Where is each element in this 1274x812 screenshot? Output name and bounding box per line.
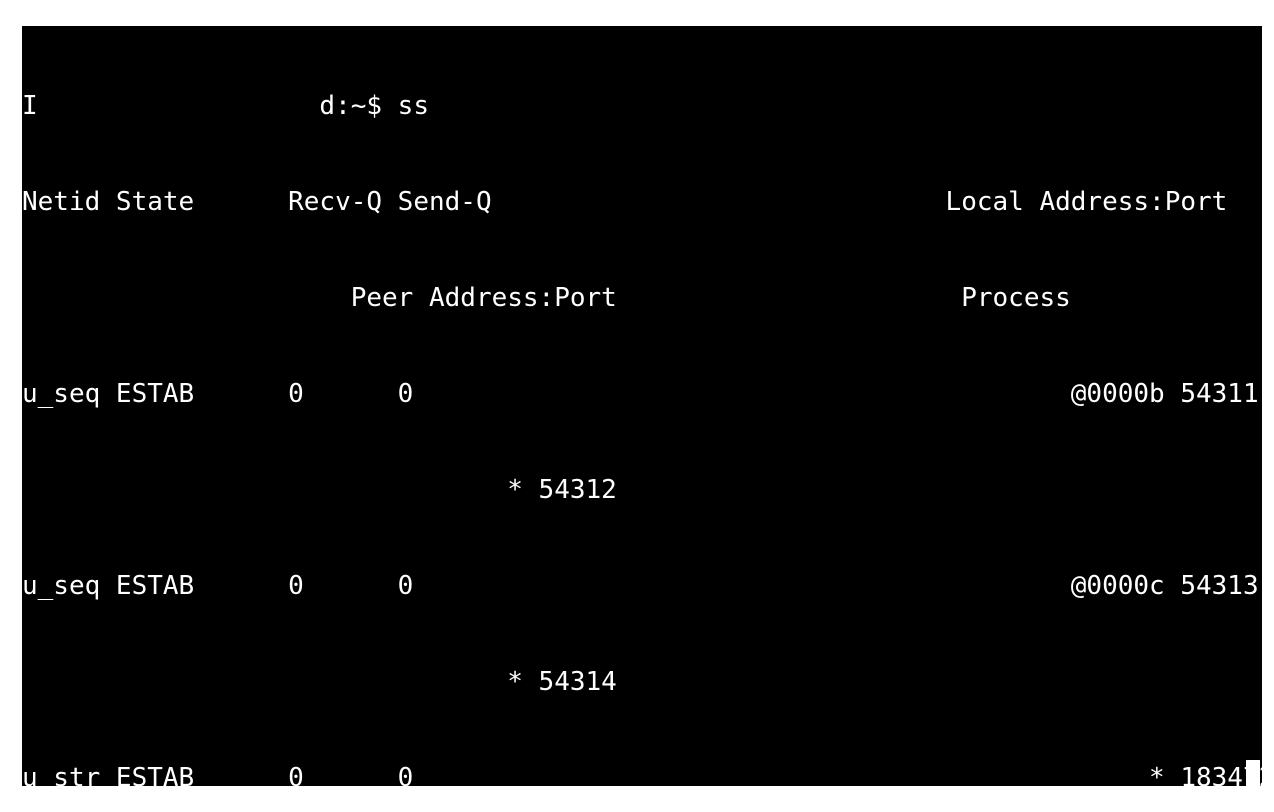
terminal-line: I d:~$ ss <box>22 90 1262 122</box>
terminal-line: u_seq ESTAB 0 0 @0000c 54313 <box>22 570 1262 602</box>
terminal-line: * 54314 <box>22 666 1262 698</box>
terminal-line: u_seq ESTAB 0 0 @0000b 54311 <box>22 378 1262 410</box>
terminal-line: * 54312 <box>22 474 1262 506</box>
terminal-cursor <box>1246 760 1260 786</box>
terminal-line: Netid State Recv-Q Send-Q Local Address:… <box>22 186 1262 218</box>
terminal-line: Peer Address:Port Process <box>22 282 1262 314</box>
terminal-window[interactable]: I d:~$ ss Netid State Recv-Q Send-Q Loca… <box>22 26 1262 786</box>
terminal-line: u_str ESTAB 0 0 * 183472 <box>22 762 1262 786</box>
